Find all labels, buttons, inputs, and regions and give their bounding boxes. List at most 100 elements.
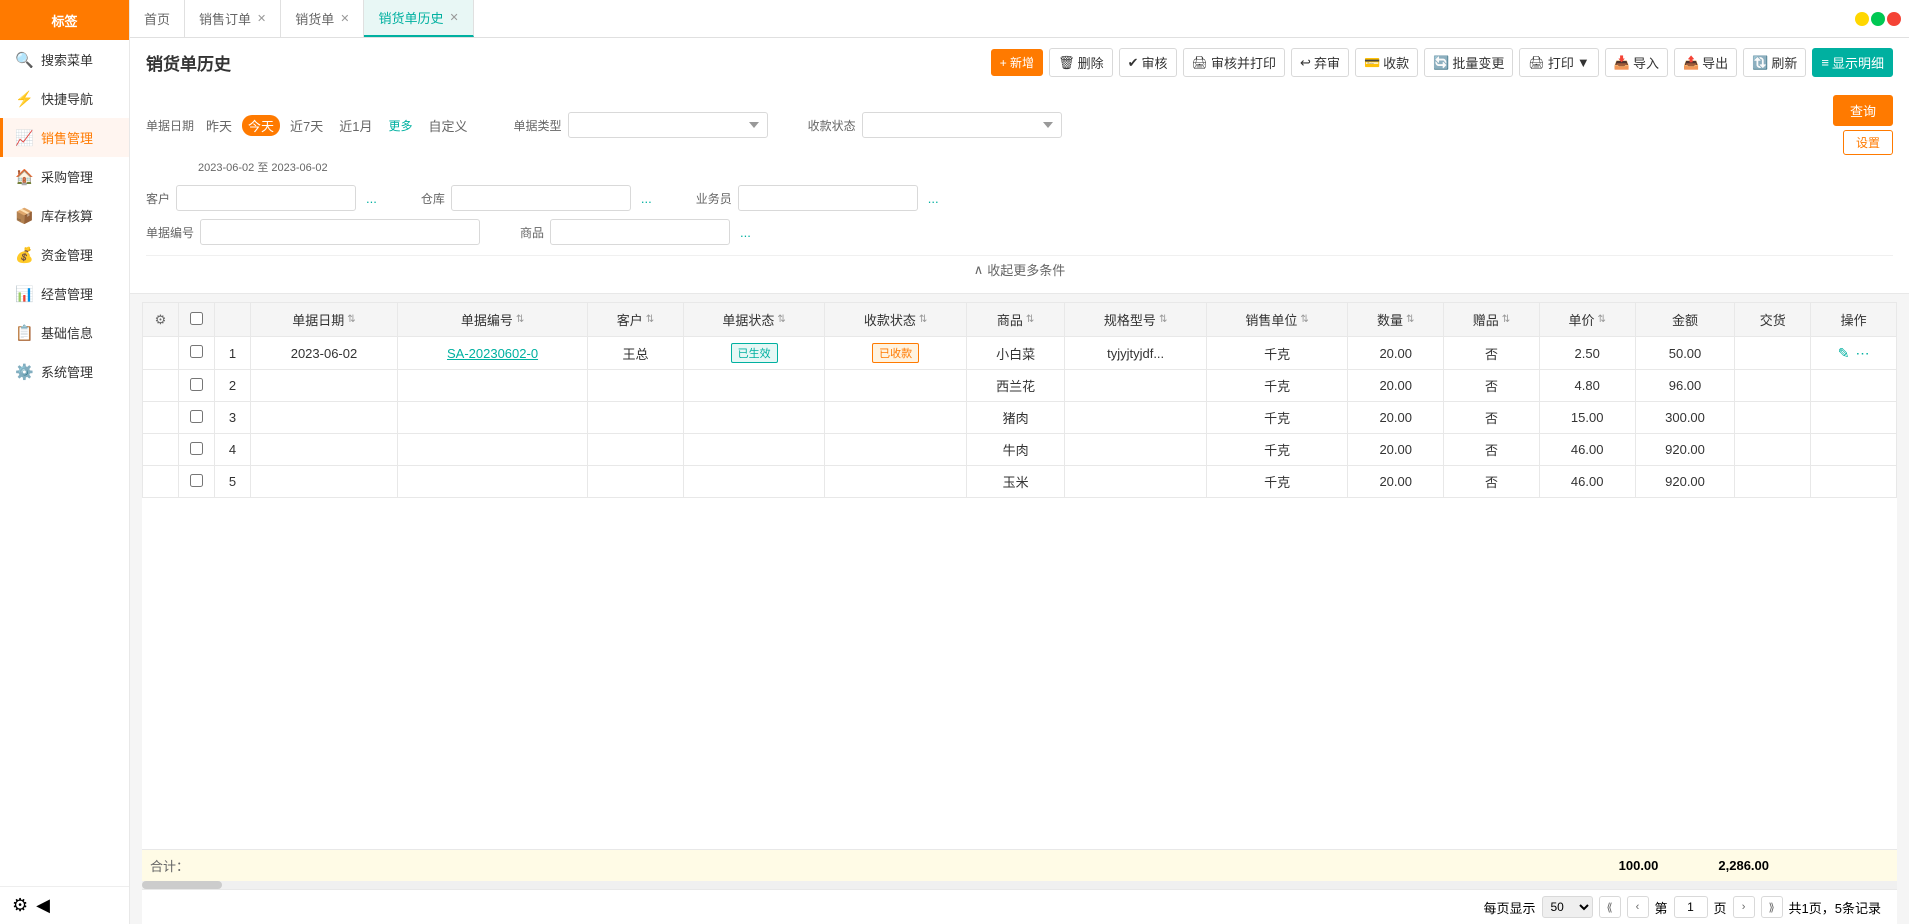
sidebar-item-inventory[interactable]: 📦 库存核算 bbox=[0, 196, 129, 235]
tab-sales-history-close[interactable]: ✕ bbox=[450, 11, 459, 24]
date-pill-7days[interactable]: 近7天 bbox=[284, 115, 329, 136]
refresh-button[interactable]: 🔃 刷新 bbox=[1743, 48, 1806, 77]
abandon-button[interactable]: ↩ 弃审 bbox=[1291, 48, 1349, 77]
tab-sales-order-close[interactable]: ✕ bbox=[257, 12, 266, 25]
tab-sales-order[interactable]: 销售订单 ✕ bbox=[185, 0, 281, 37]
page-number-input[interactable] bbox=[1674, 896, 1708, 918]
first-page-button[interactable]: ⟪ bbox=[1599, 896, 1621, 918]
tab-sales-delivery-close[interactable]: ✕ bbox=[340, 12, 349, 25]
tab-home[interactable]: 首页 bbox=[130, 0, 185, 37]
th-doc-date[interactable]: 单据日期 ⇅ bbox=[251, 303, 398, 337]
goods-input[interactable] bbox=[550, 219, 730, 245]
row-checkbox[interactable] bbox=[190, 474, 203, 487]
more-action-icon[interactable]: ⋯ bbox=[1855, 345, 1869, 362]
maximize-button[interactable] bbox=[1871, 12, 1885, 26]
collect-button[interactable]: 💳 收款 bbox=[1355, 48, 1418, 77]
cell-checkbox[interactable] bbox=[179, 466, 215, 498]
date-pill-more[interactable]: 更多 bbox=[383, 116, 419, 135]
cell-checkbox[interactable] bbox=[179, 402, 215, 434]
print-button[interactable]: 🖨 打印 ▼ bbox=[1519, 48, 1598, 77]
gear-icon[interactable]: ⚙ bbox=[155, 312, 167, 327]
audit-button[interactable]: ✔ 审核 bbox=[1119, 48, 1177, 77]
table-wrapper: ⚙ 单据日期 ⇅ bbox=[142, 302, 1897, 849]
prev-page-button[interactable]: ‹ bbox=[1627, 896, 1649, 918]
sidebar-item-purchase[interactable]: 🏠 采购管理 bbox=[0, 157, 129, 196]
receipt-status-select[interactable] bbox=[862, 112, 1062, 138]
th-price[interactable]: 单价 ⇅ bbox=[1539, 303, 1635, 337]
sidebar-item-finance[interactable]: 💰 资金管理 bbox=[0, 235, 129, 274]
operation-icon: 📊 bbox=[15, 285, 33, 303]
filter-settings-button[interactable]: 设置 bbox=[1843, 130, 1893, 155]
sidebar-logo: 标签 bbox=[0, 0, 129, 40]
doc-type-select[interactable] bbox=[568, 112, 768, 138]
minimize-button[interactable] bbox=[1855, 12, 1869, 26]
tab-sales-delivery[interactable]: 销货单 ✕ bbox=[281, 0, 364, 37]
page-title: 销货单历史 bbox=[146, 50, 231, 75]
staff-ellipsis[interactable]: ... bbox=[924, 189, 943, 208]
staff-input[interactable] bbox=[738, 185, 918, 211]
th-customer[interactable]: 客户 ⇅ bbox=[588, 303, 684, 337]
cell-actions[interactable]: ✎ ⋯ bbox=[1811, 337, 1897, 370]
collapse-filter-button[interactable]: ∧ 收起更多条件 bbox=[146, 258, 1893, 281]
sidebar-item-system[interactable]: ⚙️ 系统管理 bbox=[0, 352, 129, 391]
sidebar-collapse-icon[interactable]: ◀ bbox=[36, 895, 50, 916]
scrollbar-thumb[interactable] bbox=[142, 881, 222, 889]
date-pill-1month[interactable]: 近1月 bbox=[333, 115, 378, 136]
export-button[interactable]: 📤 导出 bbox=[1674, 48, 1737, 77]
customer-ellipsis[interactable]: ... bbox=[362, 189, 381, 208]
th-gift[interactable]: 赠品 ⇅ bbox=[1444, 303, 1540, 337]
date-pill-custom[interactable]: 自定义 bbox=[423, 115, 474, 136]
cell-gift: 否 bbox=[1444, 337, 1540, 370]
row-checkbox[interactable] bbox=[190, 345, 203, 358]
cell-unit: 千克 bbox=[1206, 337, 1347, 370]
sidebar-item-search[interactable]: 🔍 搜索菜单 bbox=[0, 40, 129, 79]
next-page-button[interactable]: › bbox=[1733, 896, 1755, 918]
display-detail-button[interactable]: ≡ 显示明细 bbox=[1812, 48, 1893, 77]
th-doc-no[interactable]: 单据编号 ⇅ bbox=[397, 303, 587, 337]
th-receipt-status[interactable]: 收款状态 ⇅ bbox=[825, 303, 966, 337]
tab-sales-history[interactable]: 销货单历史 ✕ bbox=[364, 0, 473, 37]
new-button[interactable]: + 新增 bbox=[991, 49, 1043, 76]
batch-change-button[interactable]: 🔄 批量变更 bbox=[1424, 48, 1513, 77]
edit-icon[interactable]: ✎ bbox=[1838, 345, 1850, 362]
staff-filter: 业务员 ... bbox=[696, 185, 943, 211]
th-qty[interactable]: 数量 ⇅ bbox=[1348, 303, 1444, 337]
customer-input[interactable] bbox=[176, 185, 356, 211]
audit-print-button[interactable]: 🖨 审核并打印 bbox=[1183, 48, 1286, 77]
th-goods[interactable]: 商品 ⇅ bbox=[966, 303, 1065, 337]
cell-gear bbox=[143, 370, 179, 402]
cell-checkbox[interactable] bbox=[179, 370, 215, 402]
date-pill-yesterday[interactable]: 昨天 bbox=[200, 115, 238, 136]
cell-checkbox[interactable] bbox=[179, 337, 215, 370]
sidebar-item-sales[interactable]: 📈 销售管理 bbox=[0, 118, 129, 157]
warehouse-ellipsis[interactable]: ... bbox=[637, 189, 656, 208]
th-gear[interactable]: ⚙ bbox=[143, 303, 179, 337]
goods-ellipsis[interactable]: ... bbox=[736, 223, 755, 242]
th-doc-status[interactable]: 单据状态 ⇅ bbox=[683, 303, 824, 337]
query-button[interactable]: 查询 bbox=[1833, 95, 1893, 126]
page-size-select[interactable]: 50 100 200 bbox=[1542, 896, 1593, 918]
date-pill-today[interactable]: 今天 bbox=[242, 115, 280, 136]
cell-spec: tyjyjtyjdf... bbox=[1065, 337, 1206, 370]
close-button[interactable] bbox=[1887, 12, 1901, 26]
cell-amount: 50.00 bbox=[1635, 337, 1735, 370]
warehouse-input[interactable] bbox=[451, 185, 631, 211]
import-button[interactable]: 📥 导入 bbox=[1605, 48, 1668, 77]
horizontal-scrollbar[interactable] bbox=[142, 881, 1897, 889]
cell-doc-date bbox=[251, 466, 398, 498]
docno-input[interactable] bbox=[200, 219, 480, 245]
th-spec[interactable]: 规格型号 ⇅ bbox=[1065, 303, 1206, 337]
row-checkbox[interactable] bbox=[190, 410, 203, 423]
sidebar-item-basic[interactable]: 📋 基础信息 bbox=[0, 313, 129, 352]
sidebar-item-operation[interactable]: 📊 经营管理 bbox=[0, 274, 129, 313]
select-all-checkbox[interactable] bbox=[190, 312, 203, 325]
row-checkbox[interactable] bbox=[190, 442, 203, 455]
th-unit[interactable]: 销售单位 ⇅ bbox=[1206, 303, 1347, 337]
cell-checkbox[interactable] bbox=[179, 434, 215, 466]
row-checkbox[interactable] bbox=[190, 378, 203, 391]
sidebar-item-quicknav[interactable]: ⚡ 快捷导航 bbox=[0, 79, 129, 118]
sidebar-settings-icon[interactable]: ⚙ bbox=[12, 895, 28, 916]
cell-unit: 千克 bbox=[1206, 466, 1347, 498]
delete-button[interactable]: 🗑 删除 bbox=[1049, 48, 1113, 77]
last-page-button[interactable]: ⟫ bbox=[1761, 896, 1783, 918]
